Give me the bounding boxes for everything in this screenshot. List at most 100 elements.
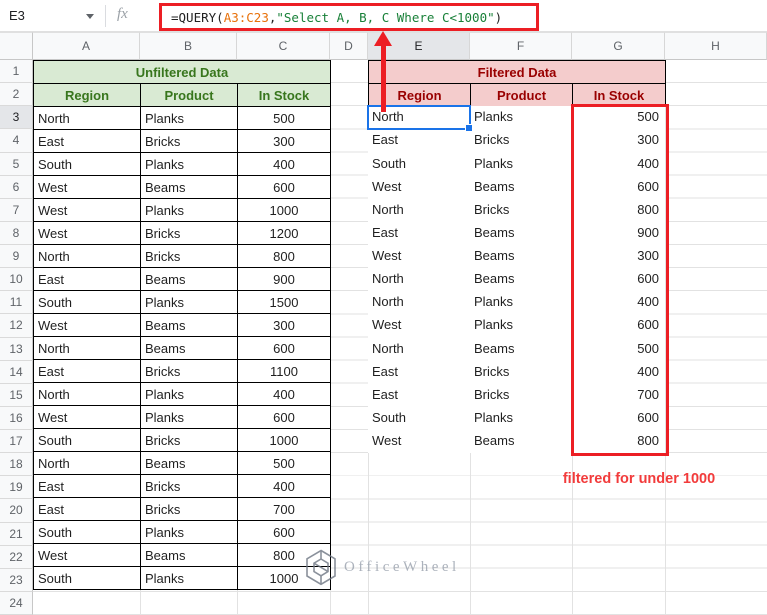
- table-cell[interactable]: Planks: [470, 291, 572, 314]
- row-header-4[interactable]: 4: [0, 129, 33, 153]
- table-cell[interactable]: West: [33, 405, 141, 429]
- table-cell[interactable]: West: [368, 430, 470, 453]
- table-cell[interactable]: 400: [237, 382, 331, 406]
- table-cell[interactable]: 1500: [237, 290, 331, 314]
- table-cell[interactable]: Beams: [470, 430, 572, 453]
- table-cell[interactable]: South: [33, 290, 141, 314]
- filtered-table-title[interactable]: Filtered Data: [368, 60, 666, 84]
- table-cell[interactable]: West: [33, 175, 141, 199]
- table-cell[interactable]: North: [368, 291, 470, 314]
- column-header-f[interactable]: F: [470, 32, 572, 60]
- table-cell[interactable]: North: [33, 382, 141, 406]
- select-all-corner[interactable]: [0, 32, 33, 60]
- table-cell[interactable]: Bricks: [140, 428, 238, 452]
- row-header-18[interactable]: 18: [0, 453, 33, 477]
- row-header-19[interactable]: 19: [0, 476, 33, 500]
- table-cell[interactable]: South: [33, 520, 141, 544]
- table-cell[interactable]: West: [368, 176, 470, 199]
- table-cell[interactable]: Planks: [140, 198, 238, 222]
- row-header-5[interactable]: 5: [0, 152, 33, 176]
- name-box-dropdown-icon[interactable]: [86, 14, 94, 19]
- column-header-product[interactable]: Product: [470, 83, 573, 107]
- table-cell[interactable]: 300: [237, 129, 331, 153]
- table-cell[interactable]: East: [33, 129, 141, 153]
- table-cell[interactable]: Bricks: [140, 359, 238, 383]
- table-cell[interactable]: Bricks: [470, 361, 572, 384]
- table-cell[interactable]: 300: [237, 313, 331, 337]
- table-cell[interactable]: 400: [237, 474, 331, 498]
- column-header-d[interactable]: D: [330, 32, 368, 60]
- table-cell[interactable]: 600: [237, 520, 331, 544]
- row-header-3[interactable]: 3: [0, 106, 33, 130]
- table-cell[interactable]: 1000: [237, 428, 331, 452]
- table-cell[interactable]: 400: [237, 152, 331, 176]
- column-header-b[interactable]: B: [140, 32, 237, 60]
- table-cell[interactable]: East: [368, 384, 470, 407]
- row-header-14[interactable]: 14: [0, 360, 33, 384]
- table-cell[interactable]: 500: [237, 106, 331, 130]
- table-cell[interactable]: North: [33, 451, 141, 475]
- column-header-a[interactable]: A: [33, 32, 140, 60]
- table-cell[interactable]: Beams: [470, 176, 572, 199]
- table-cell[interactable]: North: [368, 338, 470, 361]
- table-cell[interactable]: Bricks: [140, 497, 238, 521]
- table-cell[interactable]: Planks: [140, 382, 238, 406]
- table-cell[interactable]: South: [33, 566, 141, 590]
- table-cell[interactable]: Beams: [470, 268, 572, 291]
- table-cell[interactable]: North: [368, 268, 470, 291]
- row-header-11[interactable]: 11: [0, 291, 33, 315]
- table-cell[interactable]: Planks: [140, 405, 238, 429]
- table-cell[interactable]: Bricks: [140, 221, 238, 245]
- row-header-12[interactable]: 12: [0, 314, 33, 338]
- table-cell[interactable]: 600: [237, 405, 331, 429]
- row-header-24[interactable]: 24: [0, 591, 33, 615]
- row-header-10[interactable]: 10: [0, 268, 33, 292]
- table-cell[interactable]: South: [368, 153, 470, 176]
- column-header-region[interactable]: Region: [33, 83, 141, 107]
- column-header-g[interactable]: G: [572, 32, 665, 60]
- row-header-8[interactable]: 8: [0, 221, 33, 245]
- table-cell[interactable]: Planks: [470, 106, 572, 129]
- table-cell[interactable]: Planks: [140, 566, 238, 590]
- table-cell[interactable]: 1100: [237, 359, 331, 383]
- table-cell[interactable]: 600: [237, 336, 331, 360]
- column-header-product[interactable]: Product: [140, 83, 238, 107]
- table-cell[interactable]: South: [368, 407, 470, 430]
- table-cell[interactable]: Beams: [140, 267, 238, 291]
- table-cell[interactable]: Planks: [140, 152, 238, 176]
- table-cell[interactable]: East: [33, 474, 141, 498]
- unfiltered-table-title[interactable]: Unfiltered Data: [33, 60, 331, 84]
- table-cell[interactable]: 1200: [237, 221, 331, 245]
- row-header-16[interactable]: 16: [0, 406, 33, 430]
- table-cell[interactable]: East: [368, 361, 470, 384]
- row-header-15[interactable]: 15: [0, 383, 33, 407]
- table-cell[interactable]: Planks: [140, 290, 238, 314]
- table-cell[interactable]: Beams: [140, 543, 238, 567]
- table-cell[interactable]: Bricks: [470, 129, 572, 152]
- table-cell[interactable]: South: [33, 152, 141, 176]
- table-cell[interactable]: West: [368, 245, 470, 268]
- row-header-7[interactable]: 7: [0, 198, 33, 222]
- row-header-2[interactable]: 2: [0, 83, 33, 107]
- table-cell[interactable]: Bricks: [470, 384, 572, 407]
- table-cell[interactable]: East: [368, 129, 470, 152]
- table-cell[interactable]: East: [33, 359, 141, 383]
- table-cell[interactable]: Beams: [470, 338, 572, 361]
- table-cell[interactable]: 800: [237, 244, 331, 268]
- table-cell[interactable]: North: [33, 244, 141, 268]
- table-cell[interactable]: 500: [237, 451, 331, 475]
- row-header-9[interactable]: 9: [0, 245, 33, 269]
- table-cell[interactable]: North: [33, 336, 141, 360]
- table-cell[interactable]: Planks: [470, 314, 572, 337]
- column-header-in-stock[interactable]: In Stock: [237, 83, 331, 107]
- row-header-20[interactable]: 20: [0, 499, 33, 523]
- row-header-23[interactable]: 23: [0, 568, 33, 592]
- table-cell[interactable]: East: [368, 222, 470, 245]
- table-cell[interactable]: East: [33, 497, 141, 521]
- table-cell[interactable]: Beams: [140, 336, 238, 360]
- table-cell[interactable]: South: [33, 428, 141, 452]
- row-header-21[interactable]: 21: [0, 522, 33, 546]
- table-cell[interactable]: Bricks: [140, 129, 238, 153]
- table-cell[interactable]: Bricks: [140, 244, 238, 268]
- table-cell[interactable]: North: [368, 199, 470, 222]
